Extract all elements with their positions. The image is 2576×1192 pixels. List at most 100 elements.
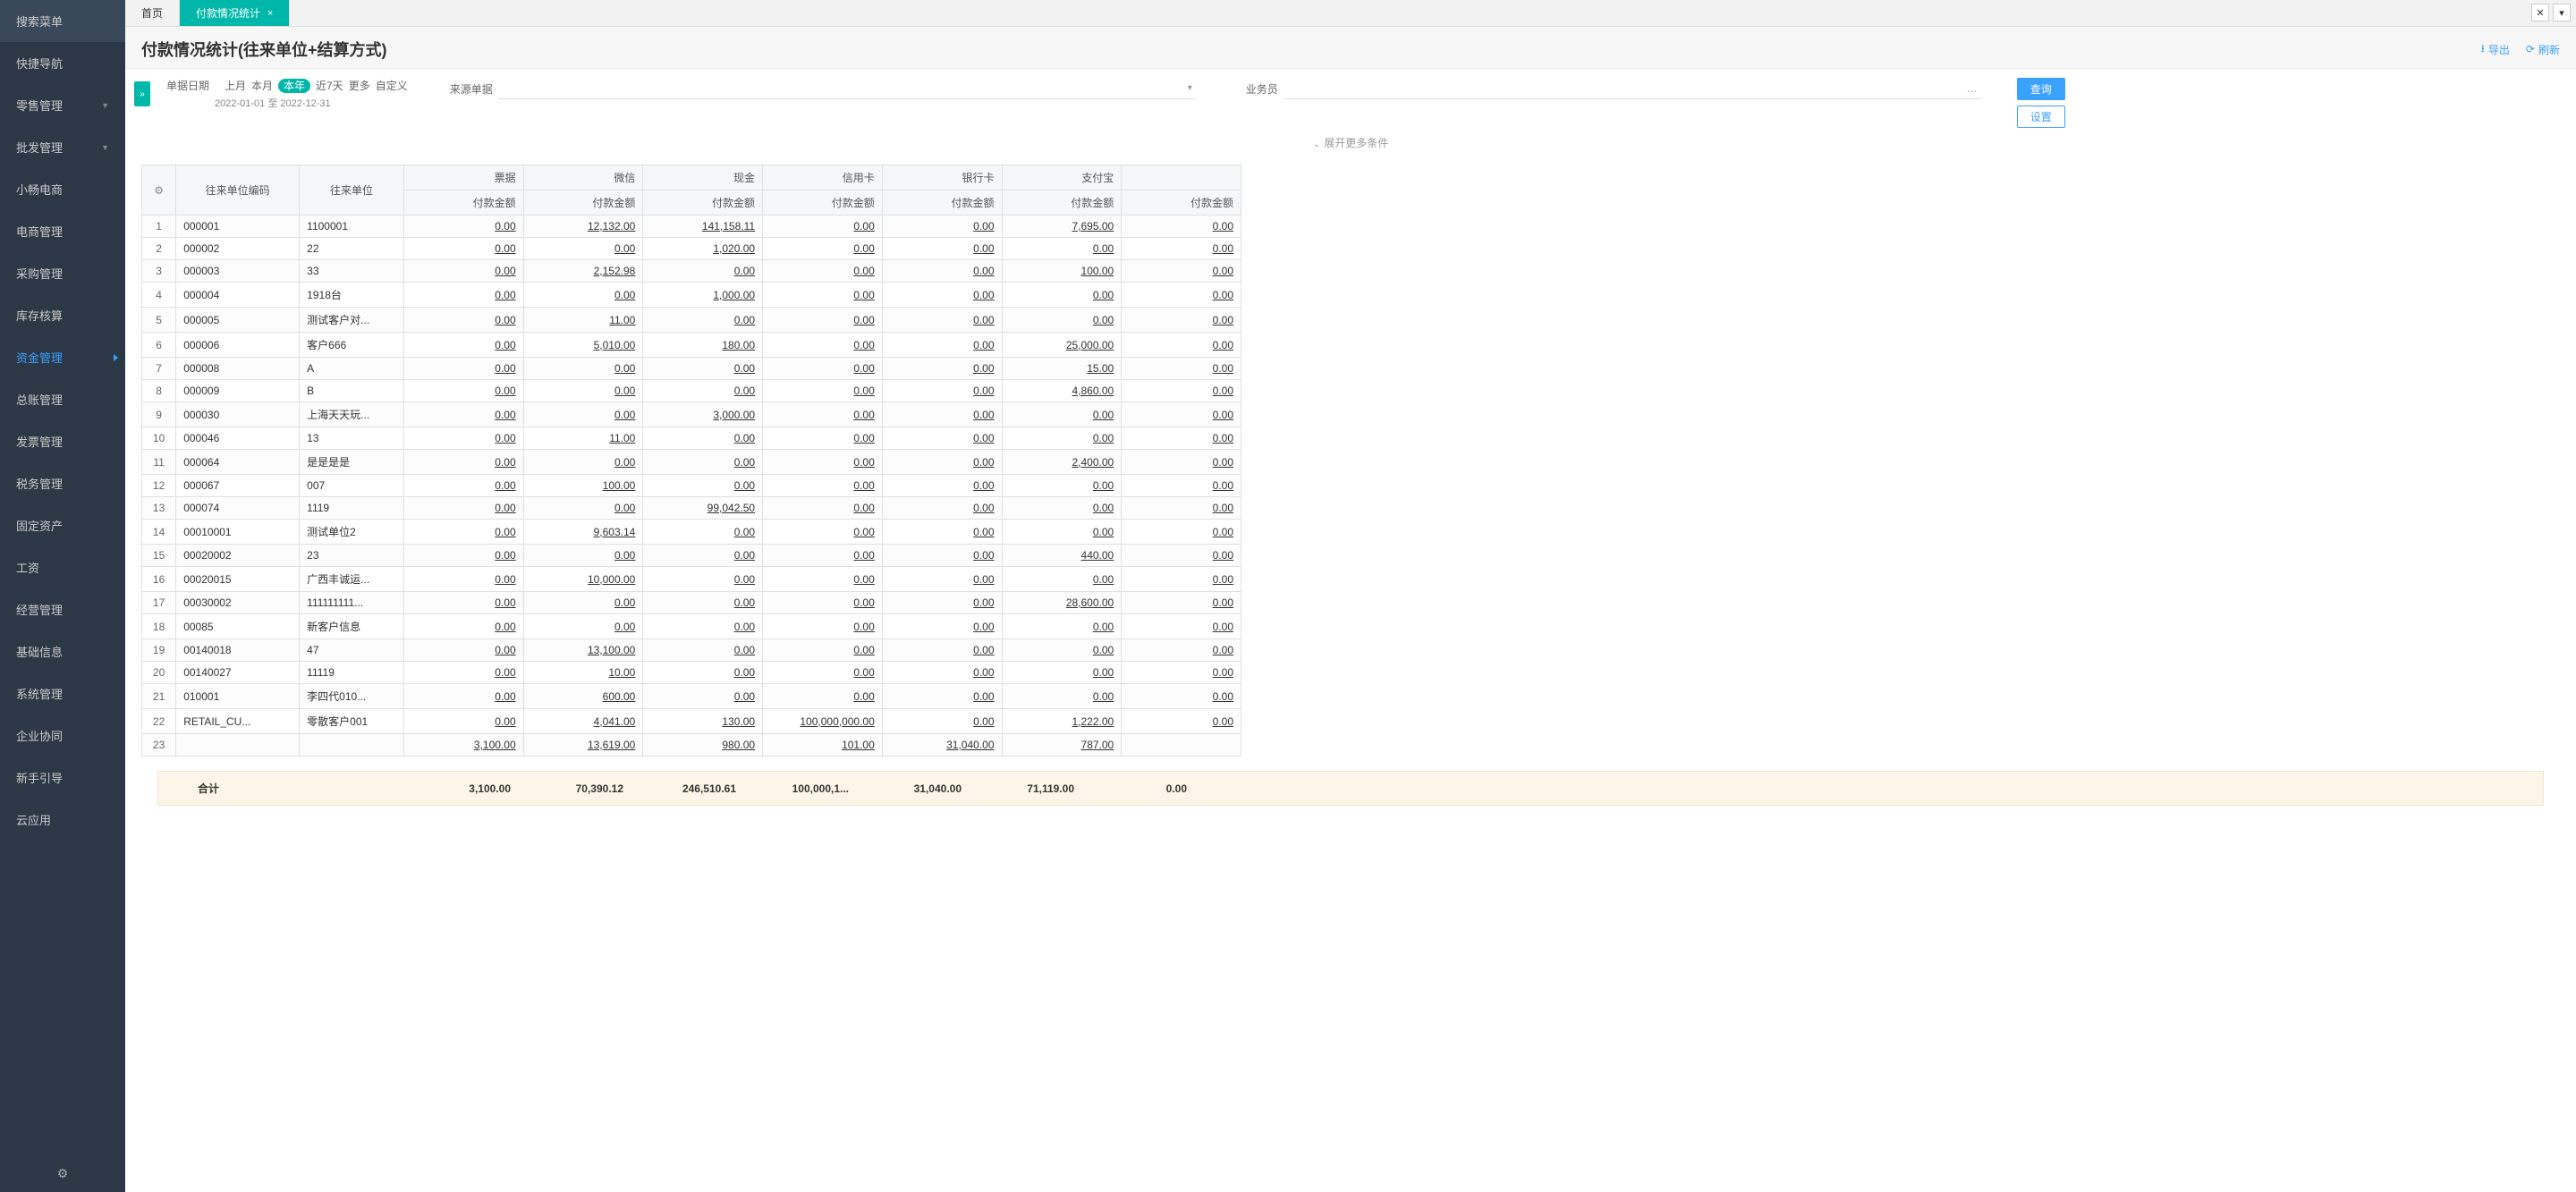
date-opt-0[interactable]: 上月 (225, 80, 246, 92)
amount-cell[interactable]: 0.00 (403, 260, 523, 283)
amount-cell[interactable]: 15.00 (1002, 358, 1122, 380)
amount-cell[interactable]: 0.00 (403, 662, 523, 684)
amount-cell[interactable]: 0.00 (763, 684, 883, 709)
amount-cell[interactable]: 0.00 (523, 497, 643, 520)
amount-cell[interactable]: 101.00 (763, 734, 883, 757)
amount-cell[interactable]: 3,100.00 (403, 734, 523, 757)
amount-cell[interactable]: 28,600.00 (1002, 592, 1122, 614)
date-opt-3[interactable]: 近7天 (316, 80, 343, 92)
amount-cell[interactable]: 0.00 (882, 592, 1002, 614)
sidebar-item-10[interactable]: 发票管理 (0, 420, 125, 462)
amount-cell[interactable]: 0.00 (1122, 283, 1241, 308)
amount-cell[interactable]: 0.00 (403, 402, 523, 427)
amount-cell[interactable]: 0.00 (1122, 592, 1241, 614)
amount-cell[interactable]: 0.00 (882, 216, 1002, 238)
amount-cell[interactable]: 0.00 (403, 567, 523, 592)
amount-cell[interactable]: 0.00 (1122, 238, 1241, 260)
amount-cell[interactable]: 141,158.11 (643, 216, 763, 238)
amount-cell[interactable]: 0.00 (643, 475, 763, 497)
amount-cell[interactable]: 13,100.00 (523, 639, 643, 662)
sidebar-item-15[interactable]: 基础信息 (0, 630, 125, 672)
amount-cell[interactable]: 4,860.00 (1002, 380, 1122, 402)
date-opt-1[interactable]: 本月 (251, 80, 273, 92)
amount-cell[interactable]: 0.00 (882, 520, 1002, 545)
amount-cell[interactable]: 0.00 (1002, 402, 1122, 427)
tab-1[interactable]: 付款情况统计× (180, 0, 290, 26)
amount-cell[interactable]: 0.00 (1122, 260, 1241, 283)
amount-cell[interactable]: 0.00 (1002, 308, 1122, 333)
amount-cell[interactable]: 0.00 (643, 639, 763, 662)
amount-cell[interactable]: 0.00 (763, 283, 883, 308)
amount-cell[interactable]: 0.00 (523, 402, 643, 427)
sidebar-item-8[interactable]: 资金管理 (0, 336, 125, 378)
amount-cell[interactable]: 2,400.00 (1002, 450, 1122, 475)
amount-cell[interactable]: 600.00 (523, 684, 643, 709)
amount-cell[interactable]: 0.00 (763, 592, 883, 614)
amount-cell[interactable]: 0.00 (643, 427, 763, 450)
amount-cell[interactable]: 0.00 (1122, 427, 1241, 450)
amount-cell[interactable]: 0.00 (882, 662, 1002, 684)
amount-cell[interactable]: 0.00 (403, 283, 523, 308)
amount-cell[interactable]: 0.00 (523, 283, 643, 308)
amount-cell[interactable]: 0.00 (643, 358, 763, 380)
tab-more-button[interactable]: ▾ (2553, 4, 2571, 21)
amount-cell[interactable]: 0.00 (763, 545, 883, 567)
amount-cell[interactable]: 0.00 (882, 260, 1002, 283)
amount-cell[interactable]: 0.00 (763, 380, 883, 402)
amount-cell[interactable]: 0.00 (643, 308, 763, 333)
amount-cell[interactable]: 0.00 (523, 380, 643, 402)
amount-cell[interactable]: 2,152.98 (523, 260, 643, 283)
amount-cell[interactable]: 0.00 (403, 475, 523, 497)
amount-cell[interactable]: 0.00 (763, 567, 883, 592)
amount-cell[interactable]: 0.00 (1122, 520, 1241, 545)
gear-icon[interactable]: ⚙ (57, 1166, 69, 1180)
collapse-handle[interactable]: » (134, 81, 150, 106)
amount-cell[interactable]: 0.00 (1122, 358, 1241, 380)
amount-cell[interactable]: 0.00 (403, 684, 523, 709)
amount-cell[interactable]: 0.00 (882, 684, 1002, 709)
amount-cell[interactable]: 0.00 (882, 709, 1002, 734)
sidebar-item-5[interactable]: 电商管理 (0, 210, 125, 252)
amount-cell[interactable]: 180.00 (643, 333, 763, 358)
amount-cell[interactable]: 0.00 (882, 380, 1002, 402)
amount-cell[interactable]: 0.00 (1002, 427, 1122, 450)
sidebar-item-12[interactable]: 固定资产 (0, 504, 125, 546)
amount-cell[interactable]: 0.00 (1002, 520, 1122, 545)
amount-cell[interactable]: 100.00 (523, 475, 643, 497)
amount-cell[interactable]: 0.00 (1002, 639, 1122, 662)
amount-cell[interactable]: 0.00 (1122, 497, 1241, 520)
amount-cell[interactable]: 0.00 (763, 475, 883, 497)
amount-cell[interactable]: 11.00 (523, 427, 643, 450)
amount-cell[interactable]: 0.00 (523, 358, 643, 380)
tab-close-button[interactable]: ✕ (2531, 4, 2549, 21)
amount-cell[interactable]: 0.00 (1002, 567, 1122, 592)
export-link[interactable]: ⭳导出 (2481, 40, 2510, 59)
amount-cell[interactable]: 0.00 (403, 614, 523, 639)
amount-cell[interactable]: 0.00 (763, 238, 883, 260)
amount-cell[interactable]: 0.00 (403, 216, 523, 238)
amount-cell[interactable]: 0.00 (882, 402, 1002, 427)
amount-cell[interactable]: 0.00 (1122, 639, 1241, 662)
amount-cell[interactable]: 0.00 (1122, 709, 1241, 734)
sidebar-item-13[interactable]: 工资 (0, 546, 125, 588)
amount-cell[interactable]: 980.00 (643, 734, 763, 757)
amount-cell[interactable]: 10,000.00 (523, 567, 643, 592)
amount-cell[interactable]: 0.00 (643, 567, 763, 592)
date-opt-4[interactable]: 更多 (349, 80, 370, 92)
amount-cell[interactable]: 0.00 (403, 333, 523, 358)
amount-cell[interactable]: 0.00 (1122, 567, 1241, 592)
amount-cell[interactable]: 0.00 (523, 238, 643, 260)
amount-cell[interactable]: 0.00 (882, 567, 1002, 592)
amount-cell[interactable]: 787.00 (1002, 734, 1122, 757)
amount-cell[interactable]: 9,603.14 (523, 520, 643, 545)
amount-cell[interactable]: 0.00 (1002, 662, 1122, 684)
sidebar-item-18[interactable]: 新手引导 (0, 757, 125, 799)
amount-cell[interactable]: 99,042.50 (643, 497, 763, 520)
amount-cell[interactable]: 0.00 (643, 592, 763, 614)
amount-cell[interactable]: 0.00 (403, 639, 523, 662)
amount-cell[interactable]: 0.00 (1002, 614, 1122, 639)
amount-cell[interactable]: 1,020.00 (643, 238, 763, 260)
amount-cell[interactable]: 0.00 (763, 450, 883, 475)
amount-cell[interactable]: 0.00 (403, 450, 523, 475)
amount-cell[interactable]: 0.00 (643, 684, 763, 709)
